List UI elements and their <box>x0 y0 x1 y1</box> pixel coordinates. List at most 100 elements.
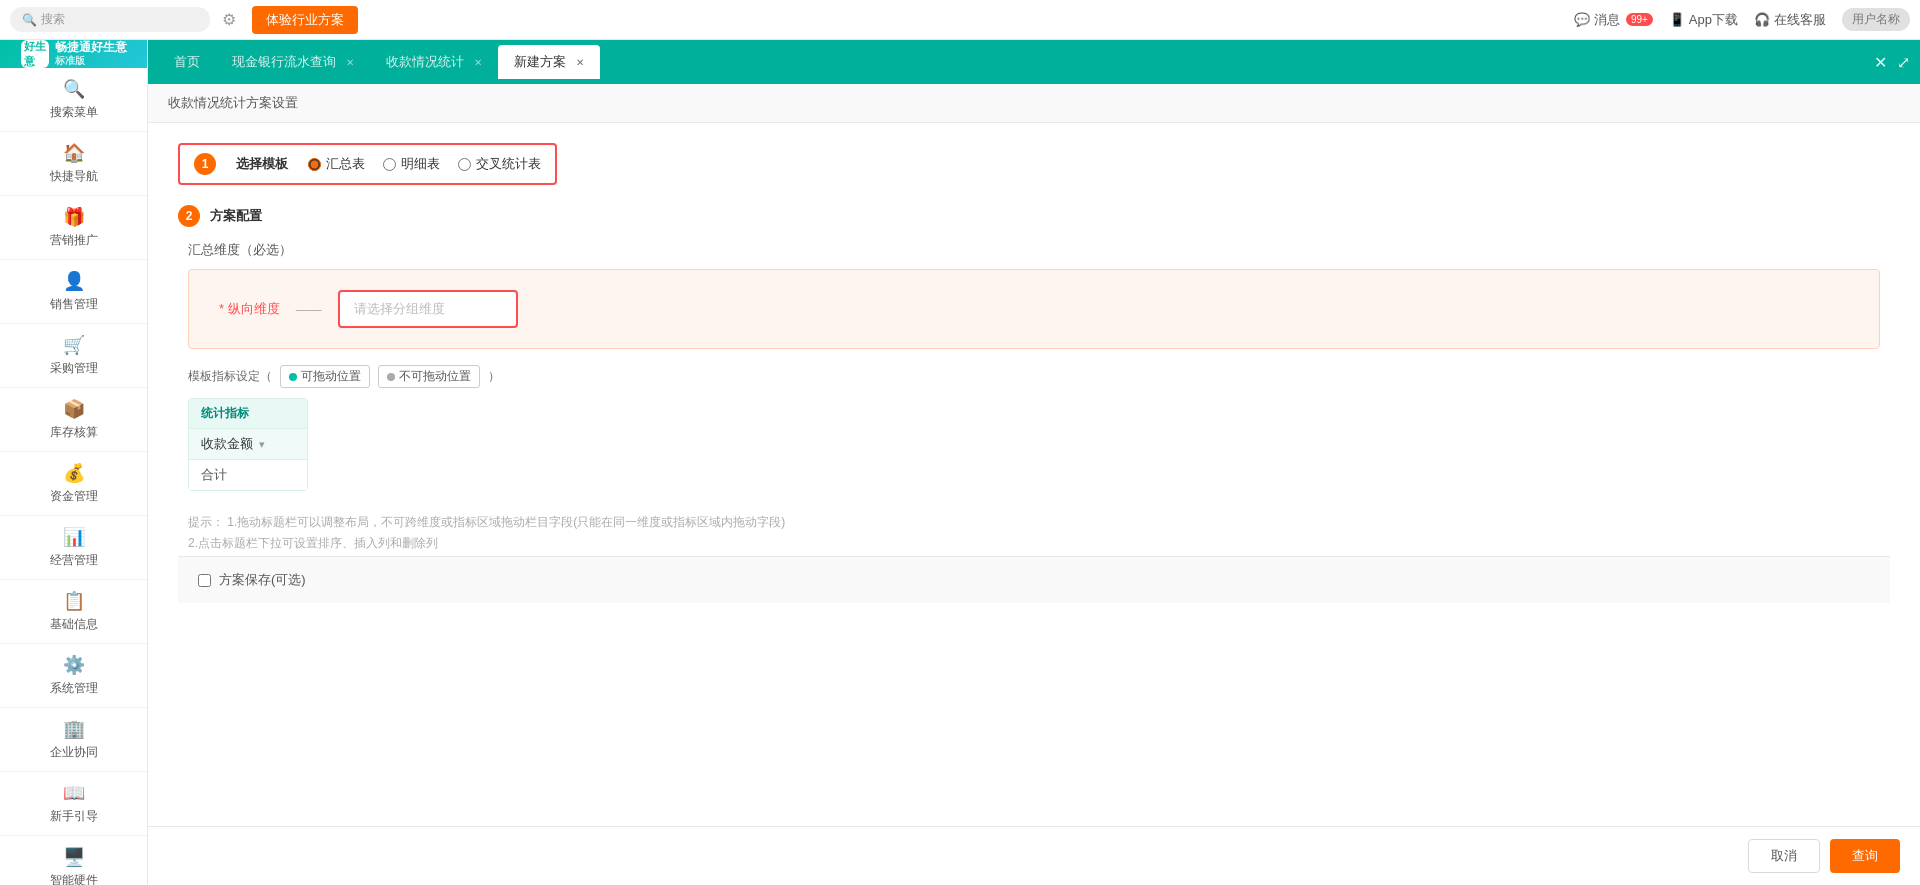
sidebar-item-search-menu[interactable]: 🔍 搜索菜单 <box>0 68 147 132</box>
sidebar-item-guide[interactable]: 📖 新手引导 <box>0 772 147 836</box>
step1-label: 选择模板 <box>236 155 288 173</box>
indicator-section: 模板指标设定（ 可拖动位置 不可拖动位置 ） <box>188 365 1880 494</box>
sidebar-item-inventory[interactable]: 📦 库存核算 <box>0 388 147 452</box>
template-radio-group: 汇总表 明细表 交叉统计表 <box>308 155 541 173</box>
main-layout: 好生意 畅捷通好生意 标准版 🔍 搜索菜单 🏠 快捷导航 🎁 营销推广 👤 销售… <box>0 40 1920 885</box>
sidebar-item-operations[interactable]: 📊 经营管理 <box>0 516 147 580</box>
sidebar-item-hardware[interactable]: 🖥️ 智能硬件 <box>0 836 147 885</box>
logo-text: 畅捷通好生意 <box>55 40 127 54</box>
header-right-actions: 💬 消息 99+ 📱 App下载 🎧 在线客服 用户名称 <box>1574 8 1910 31</box>
tab-new-plan-label: 新建方案 <box>514 53 566 71</box>
tab-close-icon[interactable]: ✕ <box>1874 53 1887 72</box>
drag-tag: 可拖动位置 <box>280 365 370 388</box>
service-action[interactable]: 🎧 在线客服 <box>1754 11 1826 29</box>
quick-nav-icon: 🏠 <box>63 142 85 164</box>
sidebar-item-label: 营销推广 <box>50 232 98 249</box>
sidebar-item-marketing[interactable]: 🎁 营销推广 <box>0 196 147 260</box>
dimension-selector[interactable]: 请选择分组维度 <box>338 290 518 328</box>
sidebar-item-finance[interactable]: 💰 资金管理 <box>0 452 147 516</box>
step2-badge: 2 <box>178 205 200 227</box>
message-action[interactable]: 💬 消息 99+ <box>1574 11 1653 29</box>
inventory-icon: 📦 <box>63 398 85 420</box>
drag-dot <box>289 373 297 381</box>
drag-label: 可拖动位置 <box>301 368 361 385</box>
save-checkbox[interactable] <box>198 574 211 587</box>
sidebar-item-label: 资金管理 <box>50 488 98 505</box>
save-section: 方案保存(可选) <box>178 556 1890 603</box>
sidebar-item-label: 智能硬件 <box>50 872 98 885</box>
sidebar-item-label: 搜索菜单 <box>50 104 98 121</box>
sidebar-item-label: 系统管理 <box>50 680 98 697</box>
sidebar-item-label: 基础信息 <box>50 616 98 633</box>
user-avatar[interactable]: 用户名称 <box>1842 8 1910 31</box>
radio-summary[interactable]: 汇总表 <box>308 155 365 173</box>
tab-home[interactable]: 首页 <box>158 45 216 79</box>
gear-icon[interactable]: ⚙ <box>222 10 236 29</box>
message-badge: 99+ <box>1626 13 1653 26</box>
no-drag-label: 不可拖动位置 <box>399 368 471 385</box>
step2-label: 方案配置 <box>210 207 262 225</box>
indicator-title-end: ） <box>488 368 500 385</box>
tab-bank-flow-label: 现金银行流水查询 <box>232 53 336 71</box>
download-icon: 📱 <box>1669 12 1685 27</box>
content-area: 收款情况统计方案设置 1 选择模板 汇总表 <box>148 84 1920 885</box>
sidebar-logo: 好生意 畅捷通好生意 标准版 <box>0 40 147 68</box>
radio-cross-label: 交叉统计表 <box>476 155 541 173</box>
stats-table-header: 统计指标 <box>189 399 307 429</box>
radio-summary-label: 汇总表 <box>326 155 365 173</box>
tab-bank-flow[interactable]: 现金银行流水查询 ✕ <box>216 45 370 79</box>
search-menu-icon: 🔍 <box>63 78 85 100</box>
query-button[interactable]: 查询 <box>1830 839 1900 873</box>
radio-cross-input[interactable] <box>458 158 471 171</box>
trial-button[interactable]: 体验行业方案 <box>252 6 358 34</box>
tips-section: 提示： 1.拖动标题栏可以调整布局，不可跨维度或指标区域拖动栏目字段(只能在同一… <box>188 514 1880 552</box>
template-selector: 1 选择模板 汇总表 明细表 <box>178 143 557 185</box>
tip2: 2.点击标题栏下拉可设置排序、插入列和删除列 <box>188 535 1880 552</box>
dimension-area: * 纵向维度 —— 请选择分组维度 <box>188 269 1880 349</box>
tab-collection-stats[interactable]: 收款情况统计 ✕ <box>370 45 498 79</box>
sidebar-item-quick-nav[interactable]: 🏠 快捷导航 <box>0 132 147 196</box>
tab-new-plan-close[interactable]: ✕ <box>576 57 584 68</box>
search-bar[interactable]: 🔍 搜索 <box>10 7 210 32</box>
sidebar-item-label: 库存核算 <box>50 424 98 441</box>
step1-row: 1 选择模板 汇总表 明细表 <box>178 143 1890 185</box>
radio-detail[interactable]: 明细表 <box>383 155 440 173</box>
chevron-down-icon[interactable]: ▾ <box>259 438 265 451</box>
tab-maximize-icon[interactable]: ⤢ <box>1897 53 1910 72</box>
download-action[interactable]: 📱 App下载 <box>1669 11 1738 29</box>
stats-table-cell[interactable]: 收款金额 ▾ <box>189 429 307 459</box>
cancel-button[interactable]: 取消 <box>1748 839 1820 873</box>
service-label: 在线客服 <box>1774 11 1826 29</box>
sidebar-item-label: 采购管理 <box>50 360 98 377</box>
stats-table-sub: 合计 <box>189 459 307 490</box>
sidebar-item-enterprise[interactable]: 🏢 企业协同 <box>0 708 147 772</box>
indicator-title: 模板指标设定（ <box>188 368 272 385</box>
save-label[interactable]: 方案保存(可选) <box>219 571 306 589</box>
system-icon: ⚙️ <box>63 654 85 676</box>
form-section: 1 选择模板 汇总表 明细表 <box>148 123 1920 623</box>
sidebar-item-purchase[interactable]: 🛒 采购管理 <box>0 324 147 388</box>
tab-actions: ✕ ⤢ <box>1874 53 1910 72</box>
search-icon: 🔍 <box>22 13 37 27</box>
step1-badge: 1 <box>194 153 216 175</box>
dim-arrow: —— <box>296 302 322 317</box>
tab-collection-stats-close[interactable]: ✕ <box>474 57 482 68</box>
radio-summary-input[interactable] <box>308 158 321 171</box>
tip1: 提示： 1.拖动标题栏可以调整布局，不可跨维度或指标区域拖动栏目字段(只能在同一… <box>188 514 1880 531</box>
radio-detail-input[interactable] <box>383 158 396 171</box>
tab-new-plan[interactable]: 新建方案 ✕ <box>498 45 600 79</box>
sidebar-item-system[interactable]: ⚙️ 系统管理 <box>0 644 147 708</box>
no-drag-tag: 不可拖动位置 <box>378 365 480 388</box>
purchase-icon: 🛒 <box>63 334 85 356</box>
sidebar-item-basic-info[interactable]: 📋 基础信息 <box>0 580 147 644</box>
sidebar-item-sales[interactable]: 👤 销售管理 <box>0 260 147 324</box>
service-icon: 🎧 <box>1754 12 1770 27</box>
tab-bank-flow-close[interactable]: ✕ <box>346 57 354 68</box>
radio-cross[interactable]: 交叉统计表 <box>458 155 541 173</box>
download-label: App下载 <box>1689 11 1738 29</box>
sidebar-item-label: 新手引导 <box>50 808 98 825</box>
marketing-icon: 🎁 <box>63 206 85 228</box>
stats-cell-text: 收款金额 <box>201 435 253 453</box>
dimension-title: 汇总维度（必选） <box>188 241 1890 259</box>
hardware-icon: 🖥️ <box>63 846 85 868</box>
